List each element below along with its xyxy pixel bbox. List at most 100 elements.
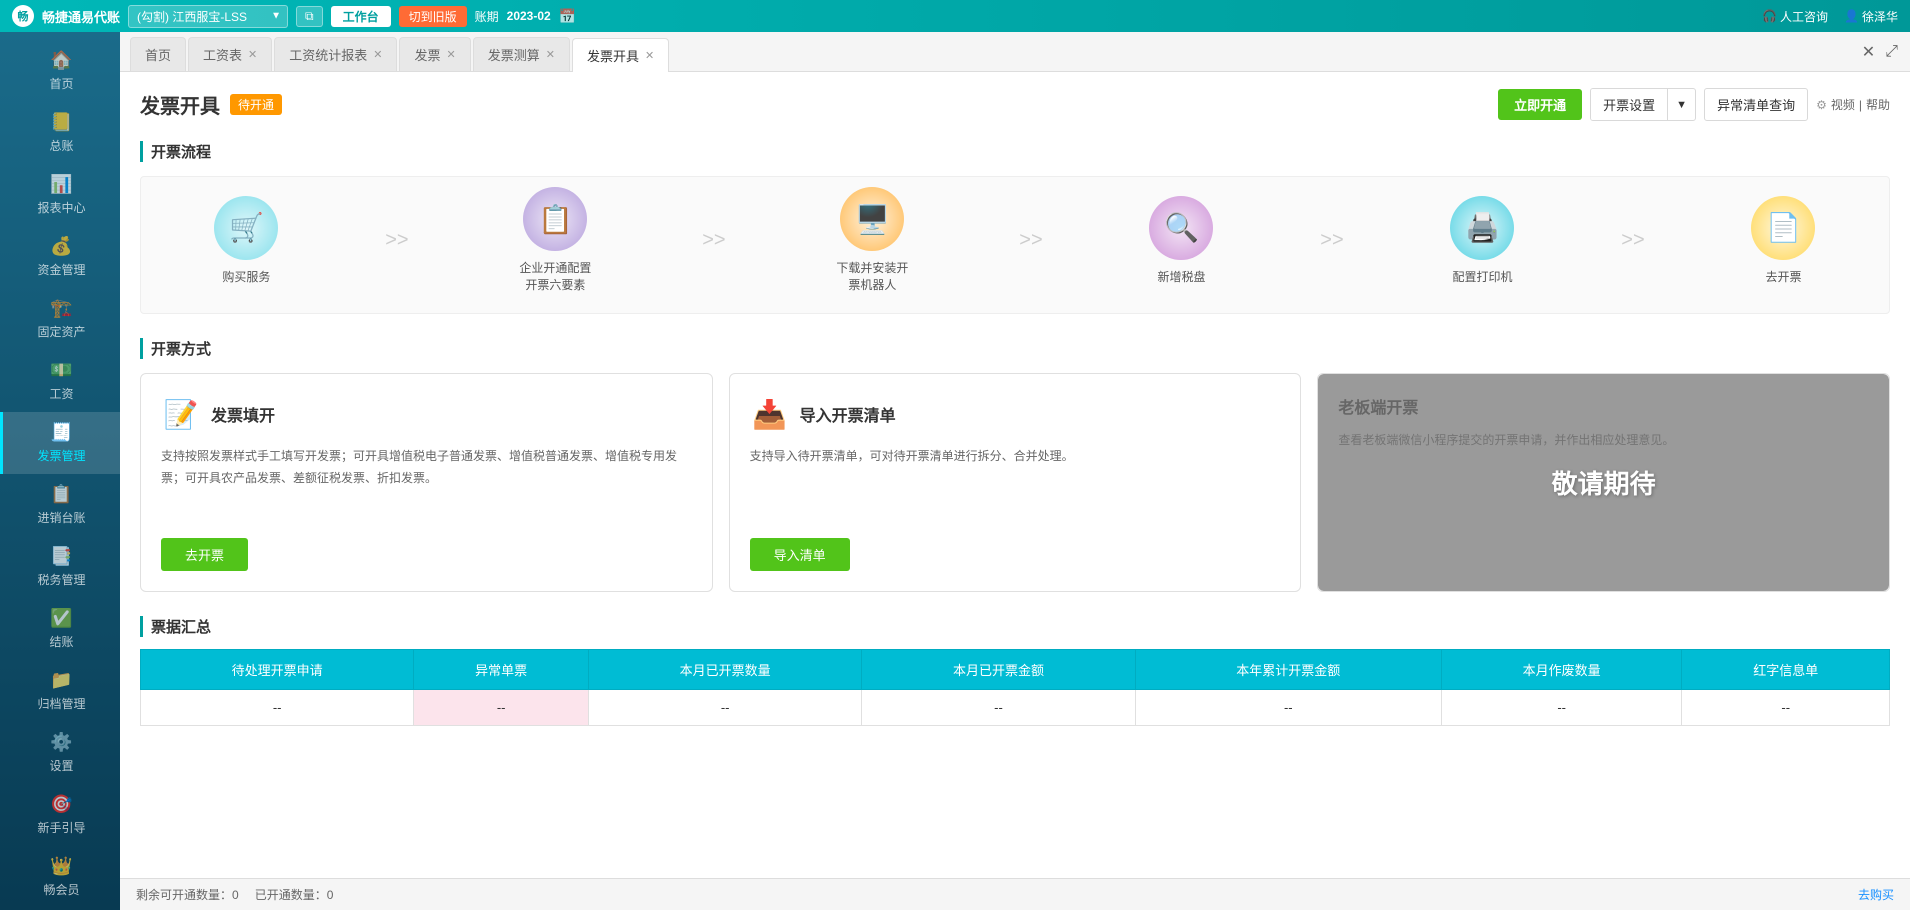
import-list-button[interactable]: 导入清单 (750, 538, 850, 571)
old-version-button[interactable]: 切到旧版 (399, 6, 467, 27)
app-name: 畅捷通易代账 (42, 7, 120, 26)
col-pending: 待处理开票申请 (141, 650, 414, 690)
open-settings-group: 开票设置 ▼ (1590, 88, 1696, 121)
open-settings-arrow[interactable]: ▼ (1668, 93, 1695, 117)
cell-red-info: -- (1682, 690, 1890, 726)
sidebar-item-salary[interactable]: 💵 工资 (0, 350, 120, 412)
flow-label-printer: 配置打印机 (1452, 268, 1512, 285)
manual-fill-icon: 📝 (161, 394, 201, 434)
flow-item-buy[interactable]: 🛒 购买服务 (214, 196, 278, 285)
flow-item-taxdisk[interactable]: 🔍 新增税盘 (1149, 196, 1213, 285)
tab-invoice-issue[interactable]: 发票开具 ✕ (572, 38, 669, 72)
open-settings-button[interactable]: 开票设置 (1591, 89, 1668, 120)
settings-icon: ⚙️ (50, 732, 72, 753)
manual-desc: 支持按照发票样式手工填写开发票；可开具增值税电子普通发票、增值税普通发票、增值税… (161, 446, 692, 518)
buy-service-icon: 🛒 (214, 196, 278, 260)
sidebar-item-assets[interactable]: 🏗️ 固定资产 (0, 288, 120, 350)
company-selector[interactable]: (勾割) 江西服宝-LSS ▼ (128, 5, 288, 28)
summary-section-title: 票据汇总 (140, 616, 1890, 637)
col-red-info: 红字信息单 (1682, 650, 1890, 690)
help-label[interactable]: 帮助 (1866, 96, 1890, 113)
sidebar-item-ledger[interactable]: 📒 总账 (0, 102, 120, 164)
tab-bar-actions: ✕ ⤢ (1860, 40, 1900, 64)
tab-invoice-calc[interactable]: 发票测算 ✕ (473, 37, 570, 71)
main-layout: 🏠 首页 📒 总账 📊 报表中心 💰 资金管理 🏗️ 固定资产 💵 工资 🧾 发… (0, 32, 1910, 910)
cell-month-count: -- (589, 690, 862, 726)
ledger-icon: 📒 (50, 112, 72, 133)
app-logo-icon: 畅 (12, 5, 34, 27)
period-value: 2023-02 (507, 9, 551, 23)
sidebar-item-guide[interactable]: 🎯 新手引导 (0, 784, 120, 846)
go-issue-button[interactable]: 去开票 (161, 538, 248, 571)
sidebar-item-funds[interactable]: 💰 资金管理 (0, 226, 120, 288)
tab-invoice-calc-close[interactable]: ✕ (546, 48, 555, 61)
table-row: -- -- -- -- -- -- -- (141, 690, 1890, 726)
top-bar: 畅 畅捷通易代账 (勾割) 江西服宝-LSS ▼ ⧉ 工作台 切到旧版 账期 2… (0, 0, 1910, 32)
method-card-import: 📥 导入开票清单 支持导入待开票清单，可对待开票清单进行拆分、合并处理。 导入清… (729, 373, 1302, 592)
sidebar-item-settle[interactable]: ✅ 结账 (0, 598, 120, 660)
trade-icon: 📋 (50, 484, 72, 505)
overlay-text: 敬请期待 (1552, 464, 1656, 501)
remain-label: 剩余可开通数量：0 (136, 886, 239, 903)
flow-label-taxdisk: 新增税盘 (1157, 268, 1205, 285)
sidebar-item-tax[interactable]: 📑 税务管理 (0, 536, 120, 598)
sidebar-item-home[interactable]: 🏠 首页 (0, 40, 120, 102)
tab-payroll[interactable]: 工资表 ✕ (188, 37, 272, 71)
status-badge: 待开通 (230, 94, 282, 115)
user-icon: 👤 (1844, 9, 1859, 23)
flow-item-config[interactable]: 📋 企业开通配置开票六要素 (515, 187, 595, 293)
printer-icon: 🖨️ (1450, 196, 1514, 260)
sidebar-item-archive[interactable]: 📁 归档管理 (0, 660, 120, 722)
go-purchase-link[interactable]: 去购买 (1858, 886, 1894, 903)
headset-icon: 🎧 (1762, 9, 1777, 23)
sidebar-item-reports[interactable]: 📊 报表中心 (0, 164, 120, 226)
tab-payroll-report[interactable]: 工资统计报表 ✕ (274, 37, 397, 71)
funds-icon: 💰 (50, 236, 72, 257)
tab-payroll-close[interactable]: ✕ (248, 48, 257, 61)
gear-small-icon: ⚙ (1816, 98, 1827, 112)
abnormal-query-button[interactable]: 异常清单查询 (1704, 88, 1808, 121)
tax-icon: 📑 (50, 546, 72, 567)
flow-label-config: 企业开通配置开票六要素 (515, 259, 595, 293)
help-area: ⚙ 视频 | 帮助 (1816, 96, 1890, 113)
bottom-bar: 剩余可开通数量：0 已开通数量：0 去购买 (120, 878, 1910, 910)
tab-bar: 首页 工资表 ✕ 工资统计报表 ✕ 发票 ✕ 发票测算 ✕ 发票开具 ✕ (120, 32, 1910, 72)
copy-icon-btn[interactable]: ⧉ (296, 6, 323, 27)
tab-payroll-report-close[interactable]: ✕ (373, 48, 382, 61)
flow-arrow-1: >> (385, 229, 408, 252)
tab-invoice[interactable]: 发票 ✕ (399, 37, 470, 71)
close-tab-button[interactable]: ✕ (1860, 40, 1877, 64)
col-abnormal: 异常单票 (414, 650, 589, 690)
cell-year-amount: -- (1135, 690, 1441, 726)
tab-invoice-issue-close[interactable]: ✕ (645, 49, 654, 62)
flow-item-printer[interactable]: 🖨️ 配置打印机 (1450, 196, 1514, 285)
tab-invoice-close[interactable]: ✕ (447, 48, 456, 61)
flow-arrow-2: >> (702, 229, 725, 252)
invoice-flow: 🛒 购买服务 >> 📋 企业开通配置开票六要素 >> 🖥️ 下载并安装开票机器人… (140, 176, 1890, 314)
sidebar-item-member[interactable]: 👑 畅会员 (0, 846, 120, 908)
sidebar-item-settings[interactable]: ⚙️ 设置 (0, 722, 120, 784)
import-list-icon: 📥 (750, 394, 790, 434)
tab-home[interactable]: 首页 (130, 37, 186, 71)
immediate-open-button[interactable]: 立即开通 (1498, 89, 1582, 120)
divider: | (1859, 98, 1862, 112)
flow-item-issue[interactable]: 📄 去开票 (1751, 196, 1815, 285)
method-card-manual: 📝 发票填开 支持按照发票样式手工填写开发票；可开具增值税电子普通发票、增值税普… (140, 373, 713, 592)
manual-card-header: 📝 发票填开 (161, 394, 692, 434)
summary-table: 待处理开票申请 异常单票 本月已开票数量 本月已开票金额 本年累计开票金额 本月… (140, 649, 1890, 726)
sidebar-item-trade[interactable]: 📋 进销台账 (0, 474, 120, 536)
archive-icon: 📁 (50, 670, 72, 691)
user-profile-btn[interactable]: 👤 徐泽华 (1844, 8, 1898, 25)
flow-label-buy: 购买服务 (222, 268, 270, 285)
calendar-icon[interactable]: 📅 (559, 8, 576, 25)
method-card-boss: 老板端开票 查看老板端微信小程序提交的开票申请，并作出相应处理意见。 敬请期待 (1317, 373, 1890, 592)
sidebar-item-invoice[interactable]: 🧾 发票管理 (0, 412, 120, 474)
restore-tab-button[interactable]: ⤢ (1883, 40, 1900, 64)
settle-icon: ✅ (50, 608, 72, 629)
workspace-button[interactable]: 工作台 (331, 6, 391, 27)
config-icon: 📋 (523, 187, 587, 251)
customer-service-btn[interactable]: 🎧 人工咨询 (1762, 8, 1828, 25)
view-label[interactable]: 视频 (1831, 96, 1855, 113)
page-title-area: 发票开具 待开通 (140, 90, 282, 119)
flow-item-download[interactable]: 🖥️ 下载并安装开票机器人 (832, 187, 912, 293)
